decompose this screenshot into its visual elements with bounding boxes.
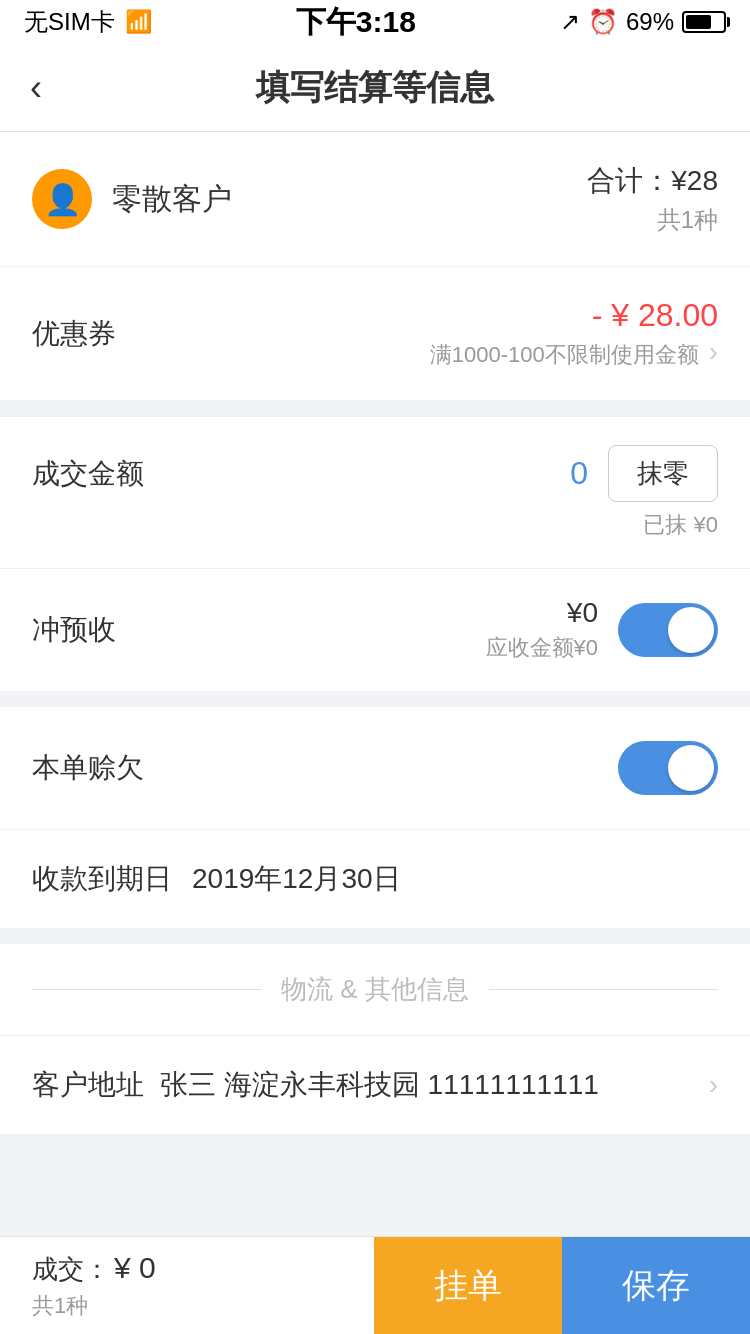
prepayment-sub: 应收金额¥0 [486, 633, 598, 663]
logistics-divider: 物流 & 其他信息 [0, 944, 750, 1035]
bottom-count: 共1种 [32, 1291, 342, 1321]
transaction-label: 成交金额 [32, 455, 144, 493]
prepayment-toggle[interactable] [618, 603, 718, 657]
toggle-knob [668, 607, 714, 653]
debt-toggle-knob [668, 745, 714, 791]
logistics-label: 物流 & 其他信息 [281, 972, 469, 1007]
transaction-section: 成交金额 0 抹零 已抹 ¥0 冲预收 ¥0 应收金额¥0 [0, 416, 750, 691]
total-count: 共1种 [587, 204, 718, 236]
transaction-sub: 已抹 ¥0 [32, 510, 718, 540]
customer-right: 合计：¥28 共1种 [587, 162, 718, 236]
alarm-icon: ⏰ [588, 8, 618, 36]
carrier-text: 无SIM卡 [24, 6, 115, 38]
status-left: 无SIM卡 📶 [24, 6, 152, 38]
coupon-desc: 满1000-100不限制使用金额 [430, 340, 699, 370]
customer-row: 👤 零散客户 合计：¥28 共1种 [0, 132, 750, 266]
transaction-value[interactable]: 0 [570, 455, 588, 492]
prepayment-amounts: ¥0 应收金额¥0 [486, 597, 598, 663]
page-title: 填写结算等信息 [256, 65, 494, 111]
prepayment-label: 冲预收 [32, 611, 116, 649]
location-icon: ↗ [560, 8, 580, 36]
debt-row: 本单赊欠 [0, 707, 750, 829]
coupon-label: 优惠券 [32, 315, 116, 353]
coupon-chevron-icon: › [709, 336, 718, 368]
hang-button[interactable]: 挂单 [374, 1237, 562, 1335]
prepayment-right: ¥0 应收金额¥0 [486, 597, 718, 663]
battery-icon [682, 11, 726, 33]
back-button[interactable]: ‹ [30, 67, 42, 109]
duedate-label: 收款到期日 [32, 860, 172, 898]
logistics-section: 物流 & 其他信息 客户地址 张三 海淀永丰科技园 11111111111 › [0, 944, 750, 1134]
address-row[interactable]: 客户地址 张三 海淀永丰科技园 11111111111 › [0, 1035, 750, 1134]
coupon-right: - ¥ 28.00 满1000-100不限制使用金额 › [430, 297, 718, 370]
address-label: 客户地址 [32, 1066, 144, 1104]
prepayment-row: 冲预收 ¥0 应收金额¥0 [0, 568, 750, 691]
transaction-row: 成交金额 0 抹零 已抹 ¥0 [0, 416, 750, 568]
avatar: 👤 [32, 169, 92, 229]
status-right: ↗ ⏰ 69% [560, 8, 726, 36]
customer-section: 👤 零散客户 合计：¥28 共1种 优惠券 - ¥ 28.00 满1000-10… [0, 132, 750, 400]
wifi-icon: 📶 [125, 9, 152, 35]
battery-text: 69% [626, 8, 674, 36]
avatar-icon: 👤 [44, 182, 81, 217]
deal-label: 成交： [32, 1252, 110, 1287]
address-value: 张三 海淀永丰科技园 11111111111 [144, 1066, 699, 1104]
save-button-label: 保存 [622, 1263, 690, 1309]
status-bar: 无SIM卡 📶 下午3:18 ↗ ⏰ 69% [0, 0, 750, 44]
customer-name: 零散客户 [112, 179, 232, 220]
duedate-row: 收款到期日 2019年12月30日 [0, 829, 750, 928]
hang-button-label: 挂单 [434, 1263, 502, 1309]
address-chevron-icon: › [709, 1069, 718, 1101]
debt-section: 本单赊欠 收款到期日 2019年12月30日 [0, 707, 750, 928]
transaction-top: 成交金额 0 抹零 [32, 445, 718, 502]
duedate-value: 2019年12月30日 [192, 860, 401, 898]
coupon-row[interactable]: 优惠券 - ¥ 28.00 满1000-100不限制使用金额 › [0, 266, 750, 400]
prepayment-amount: ¥0 [486, 597, 598, 629]
status-time: 下午3:18 [296, 2, 416, 43]
total-amount: 合计：¥28 [587, 162, 718, 200]
customer-left: 👤 零散客户 [32, 169, 232, 229]
round-button[interactable]: 抹零 [608, 445, 718, 502]
main-content: 👤 零散客户 合计：¥28 共1种 优惠券 - ¥ 28.00 满1000-10… [0, 132, 750, 1248]
debt-label: 本单赊欠 [32, 749, 144, 787]
coupon-amount: - ¥ 28.00 [430, 297, 718, 334]
save-button[interactable]: 保存 [562, 1237, 750, 1335]
bottom-bar: 成交： ¥ 0 共1种 挂单 保存 [0, 1236, 750, 1334]
bottom-summary: 成交： ¥ 0 共1种 [0, 1251, 374, 1321]
nav-bar: ‹ 填写结算等信息 [0, 44, 750, 132]
debt-toggle[interactable] [618, 741, 718, 795]
bottom-amount: ¥ 0 [114, 1251, 156, 1285]
